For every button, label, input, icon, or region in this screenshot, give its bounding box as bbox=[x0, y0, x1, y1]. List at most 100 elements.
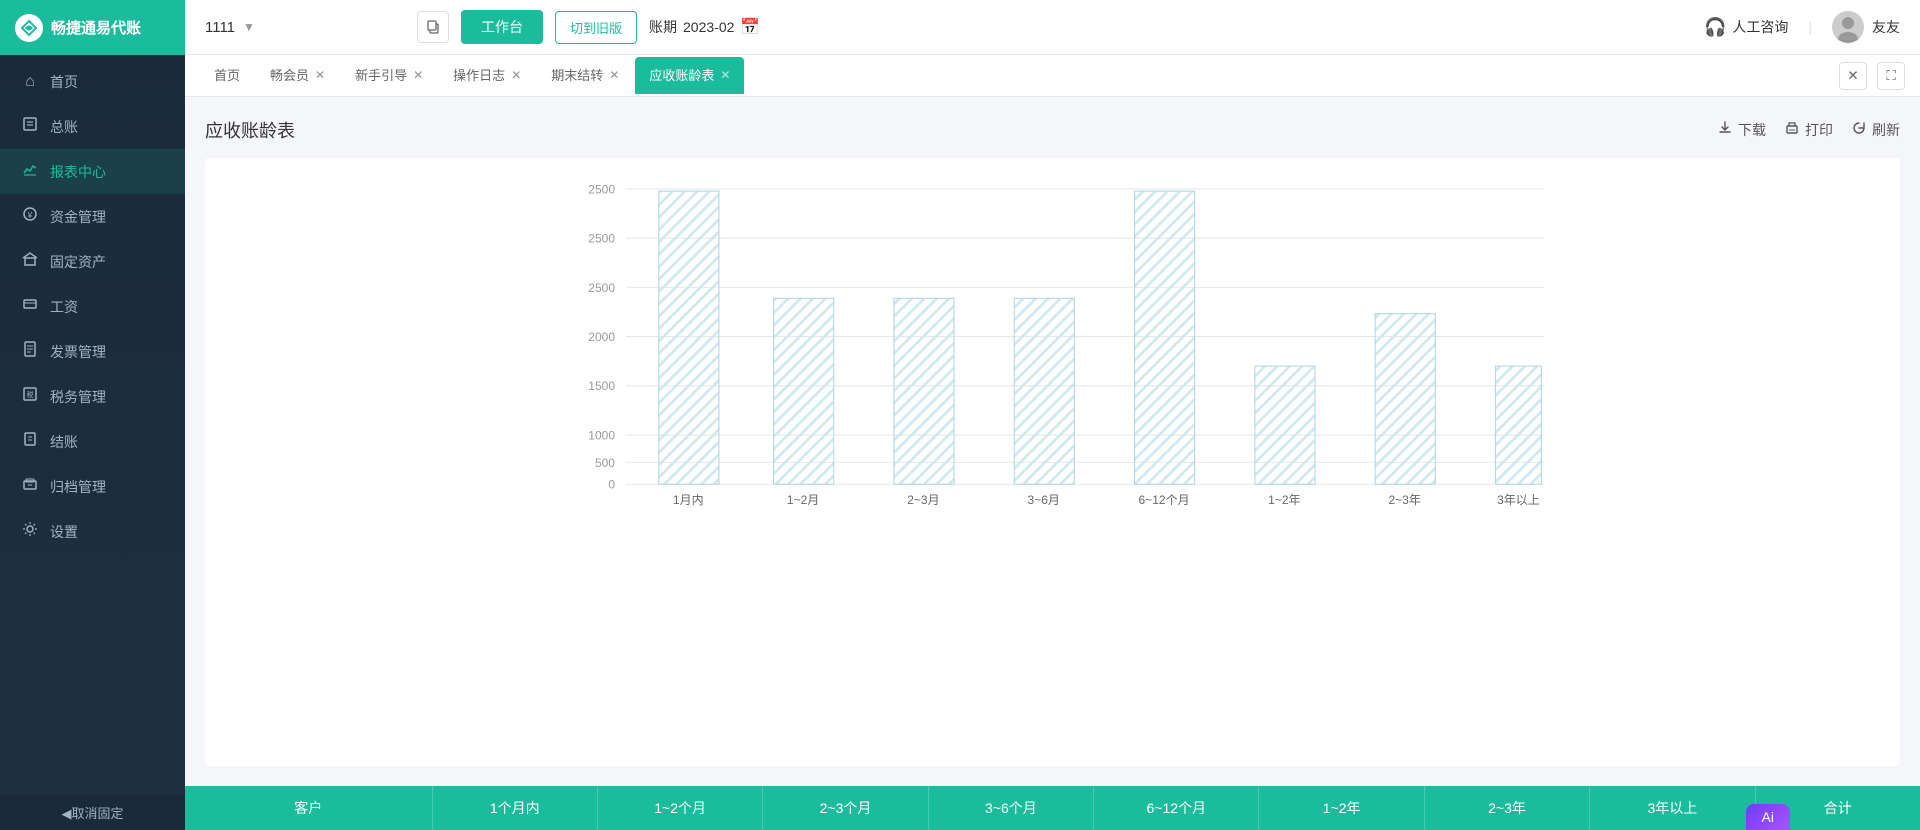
print-icon bbox=[1784, 120, 1800, 141]
period-label: 账期 bbox=[649, 17, 677, 37]
sidebar-item-close[interactable]: 结账 bbox=[0, 419, 185, 464]
ai-badge[interactable]: Ai bbox=[1746, 804, 1790, 830]
company-dropdown-icon: ▼ bbox=[243, 20, 255, 34]
svg-text:1500: 1500 bbox=[588, 379, 615, 393]
tab-home-label: 首页 bbox=[214, 65, 240, 84]
chart-container: 2500 2500 2500 2000 1500 1000 500 0 bbox=[205, 158, 1900, 766]
bar-chart: 2500 2500 2500 2000 1500 1000 500 0 bbox=[225, 178, 1880, 528]
download-button[interactable]: 下载 bbox=[1717, 120, 1766, 141]
sidebar-item-funds[interactable]: ¥ 资金管理 bbox=[0, 194, 185, 239]
sidebar: 畅捷通易代账 ⌂ 首页 总账 报表中心 bbox=[0, 0, 185, 830]
headset-icon: 🎧 bbox=[1704, 17, 1726, 38]
svg-text:0: 0 bbox=[608, 478, 615, 492]
sidebar-item-invoice-label: 发票管理 bbox=[50, 342, 106, 362]
svg-text:1000: 1000 bbox=[588, 428, 615, 442]
svg-text:2~3月: 2~3月 bbox=[907, 493, 939, 507]
svg-text:税: 税 bbox=[27, 390, 34, 399]
sidebar-item-ledger[interactable]: 总账 bbox=[0, 104, 185, 149]
svg-text:2500: 2500 bbox=[588, 281, 615, 295]
content-header: 应收账龄表 下载 打印 bbox=[205, 117, 1900, 143]
refresh-button[interactable]: 刷新 bbox=[1851, 120, 1900, 141]
archive-icon bbox=[20, 476, 40, 497]
svg-text:1~2月: 1~2月 bbox=[787, 493, 819, 507]
sidebar-item-reports[interactable]: 报表中心 bbox=[0, 149, 185, 194]
col-1month: 1个月内 bbox=[433, 786, 598, 830]
switch-version-button[interactable]: 切到旧版 bbox=[555, 11, 637, 44]
tab-member[interactable]: 畅会员 ✕ bbox=[256, 57, 339, 94]
tab-aging-label: 应收账龄表 bbox=[649, 65, 714, 84]
print-button[interactable]: 打印 bbox=[1784, 120, 1833, 141]
svg-text:¥: ¥ bbox=[27, 211, 33, 220]
tab-oplog[interactable]: 操作日志 ✕ bbox=[439, 57, 535, 94]
sidebar-item-settings[interactable]: 设置 bbox=[0, 509, 185, 554]
sidebar-item-tax[interactable]: 税 税务管理 bbox=[0, 374, 185, 419]
tab-guide[interactable]: 新手引导 ✕ bbox=[341, 57, 437, 94]
company-selector[interactable]: 1111 ▼ bbox=[205, 19, 405, 36]
funds-icon: ¥ bbox=[20, 206, 40, 227]
sidebar-item-home[interactable]: ⌂ 首页 bbox=[0, 60, 185, 104]
tab-period-end-label: 期末结转 bbox=[551, 65, 603, 84]
svg-text:2000: 2000 bbox=[588, 330, 615, 344]
tab-oplog-close[interactable]: ✕ bbox=[511, 68, 521, 82]
cancel-fixed-btn[interactable]: ◀︎取消固定 bbox=[0, 795, 185, 830]
tabs-bar: 首页 畅会员 ✕ 新手引导 ✕ 操作日志 ✕ 期末结转 ✕ 应收账龄表 ✕ ✕ … bbox=[185, 55, 1920, 97]
tab-guide-label: 新手引导 bbox=[355, 65, 407, 84]
period-value: 2023-02 bbox=[683, 19, 734, 35]
svg-text:3~6月: 3~6月 bbox=[1028, 493, 1060, 507]
page-title: 应收账龄表 bbox=[205, 117, 295, 143]
maximize-tab-btn[interactable]: ⛶ bbox=[1877, 62, 1905, 90]
download-label: 下载 bbox=[1738, 120, 1766, 140]
workbench-button[interactable]: 工作台 bbox=[461, 10, 543, 44]
user-name: 友友 bbox=[1872, 17, 1900, 37]
svg-text:6~12个月: 6~12个月 bbox=[1139, 493, 1190, 507]
divider: | bbox=[1808, 19, 1812, 35]
header-right: 🎧 人工咨询 | 友友 bbox=[1704, 11, 1900, 43]
settings-icon bbox=[20, 521, 40, 542]
sidebar-item-settings-label: 设置 bbox=[50, 522, 78, 542]
svg-text:500: 500 bbox=[595, 456, 615, 470]
tab-aging[interactable]: 应收账龄表 ✕ bbox=[635, 57, 744, 94]
col-customer: 客户 bbox=[185, 786, 433, 830]
table-header: 客户 1个月内 1~2个月 2~3个月 3~6个月 6~12个月 1~2年 2~… bbox=[185, 786, 1920, 830]
tab-member-label: 畅会员 bbox=[270, 65, 309, 84]
nav-menu: ⌂ 首页 总账 报表中心 bbox=[0, 55, 185, 795]
tab-period-end[interactable]: 期末结转 ✕ bbox=[537, 57, 633, 94]
copy-button[interactable] bbox=[417, 11, 449, 43]
main-content: 1111 ▼ 工作台 切到旧版 账期 2023-02 📅 🎧 人工咨询 | bbox=[185, 0, 1920, 830]
invoice-icon bbox=[20, 341, 40, 362]
col-3-6month: 3~6个月 bbox=[929, 786, 1094, 830]
user-menu[interactable]: 友友 bbox=[1832, 11, 1900, 43]
sidebar-item-ledger-label: 总账 bbox=[50, 117, 78, 137]
sidebar-item-archive-label: 归档管理 bbox=[50, 477, 106, 497]
sidebar-item-invoice[interactable]: 发票管理 bbox=[0, 329, 185, 374]
tab-home[interactable]: 首页 bbox=[200, 57, 254, 94]
print-label: 打印 bbox=[1805, 120, 1833, 140]
svg-text:2500: 2500 bbox=[588, 232, 615, 246]
tab-guide-close[interactable]: ✕ bbox=[413, 68, 423, 82]
tabs-actions: ✕ ⛶ bbox=[1839, 62, 1905, 90]
sidebar-item-assets-label: 固定资产 bbox=[50, 252, 106, 272]
cancel-fixed-label: ◀︎取消固定 bbox=[62, 803, 124, 822]
close-accounts-icon bbox=[20, 431, 40, 452]
tab-member-close[interactable]: ✕ bbox=[315, 68, 325, 82]
col-1-2month: 1~2个月 bbox=[598, 786, 763, 830]
col-2-3year: 2~3年 bbox=[1425, 786, 1590, 830]
sidebar-item-payroll[interactable]: 工资 bbox=[0, 284, 185, 329]
service-label: 人工咨询 bbox=[1732, 17, 1788, 37]
sidebar-item-payroll-label: 工资 bbox=[50, 297, 78, 317]
content-actions: 下载 打印 刷新 bbox=[1717, 120, 1900, 141]
svg-text:1~2年: 1~2年 bbox=[1268, 493, 1300, 507]
sidebar-item-archive[interactable]: 归档管理 bbox=[0, 464, 185, 509]
refresh-icon bbox=[1851, 120, 1867, 141]
content-area: 应收账龄表 下载 打印 bbox=[185, 97, 1920, 830]
tab-aging-close[interactable]: ✕ bbox=[720, 68, 730, 82]
sidebar-item-reports-label: 报表中心 bbox=[50, 162, 106, 182]
service-button[interactable]: 🎧 人工咨询 bbox=[1704, 17, 1788, 38]
app-logo[interactable]: 畅捷通易代账 bbox=[0, 0, 185, 55]
tab-period-end-close[interactable]: ✕ bbox=[609, 68, 619, 82]
period-selector[interactable]: 账期 2023-02 📅 bbox=[649, 17, 760, 37]
close-tab-btn[interactable]: ✕ bbox=[1839, 62, 1867, 90]
ledger-icon bbox=[20, 116, 40, 137]
avatar bbox=[1832, 11, 1864, 43]
sidebar-item-assets[interactable]: 固定资产 bbox=[0, 239, 185, 284]
